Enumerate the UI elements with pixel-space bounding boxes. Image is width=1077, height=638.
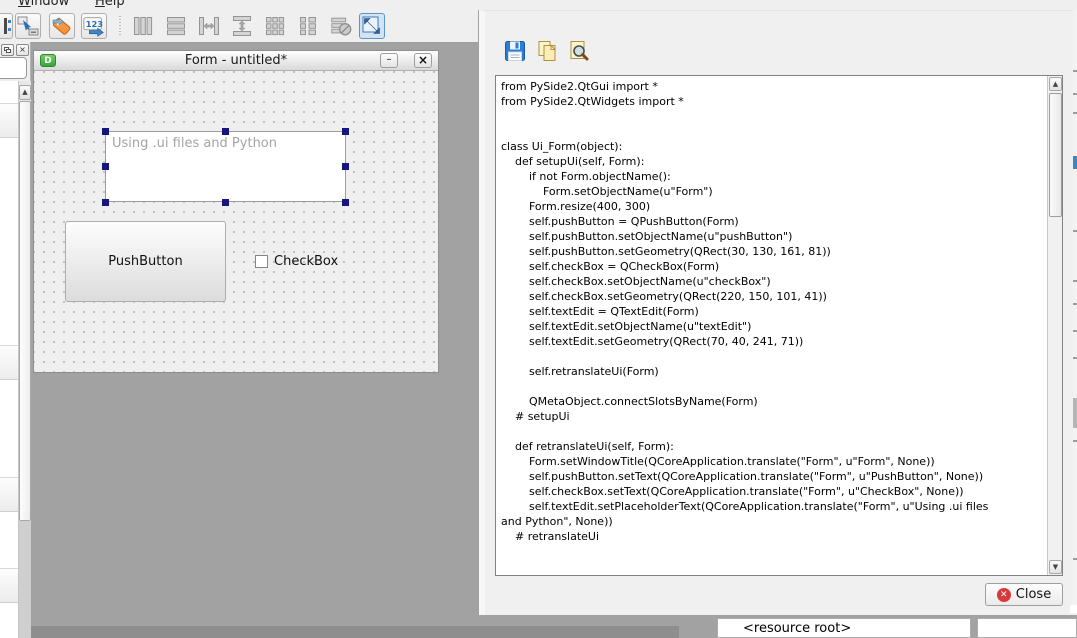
widget-box-category[interactable] — [0, 103, 18, 138]
panel-corner — [1070, 605, 1077, 613]
selection-handle[interactable] — [222, 199, 229, 206]
scroll-up-icon[interactable]: ▲ — [19, 85, 31, 100]
layout-horizontal-splitter-icon[interactable] — [196, 13, 222, 39]
form-window-titlebar[interactable]: D Form - untitled* – × — [34, 51, 438, 71]
dock-close-icon[interactable]: × — [16, 44, 29, 56]
edit-signals-slots-icon[interactable] — [15, 13, 41, 39]
textedit-widget[interactable]: Using .ui files and Python — [105, 131, 346, 202]
selection-handle[interactable] — [222, 128, 229, 135]
layout-form-icon[interactable] — [295, 13, 321, 39]
form-canvas[interactable]: Using .ui files and Python PushButton Ch… — [34, 71, 438, 372]
adjust-size-icon[interactable] — [359, 13, 385, 39]
close-button-label: Close — [1016, 587, 1051, 602]
scrollbar-thumb[interactable] — [19, 101, 31, 521]
selection-handle[interactable] — [102, 199, 109, 206]
resource-root-item[interactable]: <resource root> — [717, 618, 971, 638]
edit-buddies-icon[interactable] — [49, 13, 75, 39]
main-toolbar: 123 — [0, 10, 478, 43]
widget-box-category[interactable] — [0, 568, 18, 603]
copy-icon[interactable] — [535, 39, 559, 63]
pushbutton-widget[interactable]: PushButton — [65, 221, 226, 302]
selection-handle[interactable] — [342, 199, 349, 206]
dock-float-icon[interactable] — [1, 44, 14, 56]
form-editor-window: D Form - untitled* – × Using .ui files a… — [33, 50, 439, 373]
selection-handle[interactable] — [342, 128, 349, 135]
svg-text:123: 123 — [86, 19, 104, 29]
layout-vertical-icon[interactable] — [163, 13, 189, 39]
layout-vertical-splitter-icon[interactable] — [229, 13, 255, 39]
code-scrollbar[interactable]: ▲ ▼ — [1047, 76, 1062, 575]
menu-help[interactable]: Help — [95, 0, 125, 9]
selection-handle[interactable] — [342, 163, 349, 170]
selected-row-edge — [1073, 156, 1077, 169]
widget-box-list[interactable] — [0, 81, 18, 638]
form-close-button[interactable]: × — [414, 53, 432, 68]
menu-window[interactable]: Window — [18, 0, 69, 9]
selection-handle[interactable] — [102, 163, 109, 170]
checkbox-label: CheckBox — [274, 254, 338, 269]
edit-widgets-icon[interactable] — [0, 13, 13, 39]
form-window-title: Form - untitled* — [34, 53, 438, 68]
widget-filter-input[interactable] — [0, 57, 27, 79]
widget-box-category[interactable] — [0, 345, 18, 380]
close-x-icon: ✕ — [997, 588, 1011, 602]
python-code-text[interactable]: from PySide2.QtGui import *from PySide2.… — [496, 76, 1047, 575]
break-layout-icon[interactable] — [328, 13, 354, 39]
resource-preview-pane[interactable] — [977, 618, 1077, 638]
edit-tab-order-icon[interactable]: 123 — [81, 13, 107, 39]
widget-box-scrollbar[interactable]: ▲ — [18, 81, 31, 638]
widget-box-category[interactable] — [0, 477, 18, 512]
find-icon[interactable] — [567, 39, 591, 63]
menu-bar: Window Help — [0, 0, 1077, 10]
save-icon[interactable] — [503, 39, 527, 63]
widget-box-panel: × ▲ — [0, 42, 31, 638]
scroll-down-icon[interactable]: ▼ — [1049, 560, 1062, 574]
checkbox-indicator[interactable] — [255, 255, 268, 268]
form-minimize-button[interactable]: – — [380, 53, 398, 68]
checkbox-widget[interactable]: CheckBox — [255, 254, 338, 269]
generated-code-view[interactable]: from PySide2.QtGui import *from PySide2.… — [495, 75, 1063, 576]
scrollbar-thumb[interactable] — [1049, 93, 1062, 217]
qt-designer-workspace: { "menubar": { "items": [ { "label": "Wi… — [0, 0, 1077, 638]
close-button[interactable]: ✕ Close — [985, 583, 1063, 606]
selection-handle[interactable] — [102, 128, 109, 135]
bottom-dock-edge — [31, 626, 679, 638]
layout-horizontal-icon[interactable] — [130, 13, 156, 39]
layout-grid-icon[interactable] — [262, 13, 288, 39]
toolbar-separator — [119, 16, 121, 36]
scroll-up-icon[interactable]: ▲ — [1049, 77, 1062, 91]
right-dock-edge — [1073, 10, 1077, 615]
view-code-dialog: from PySide2.QtGui import *from PySide2.… — [479, 10, 1073, 615]
